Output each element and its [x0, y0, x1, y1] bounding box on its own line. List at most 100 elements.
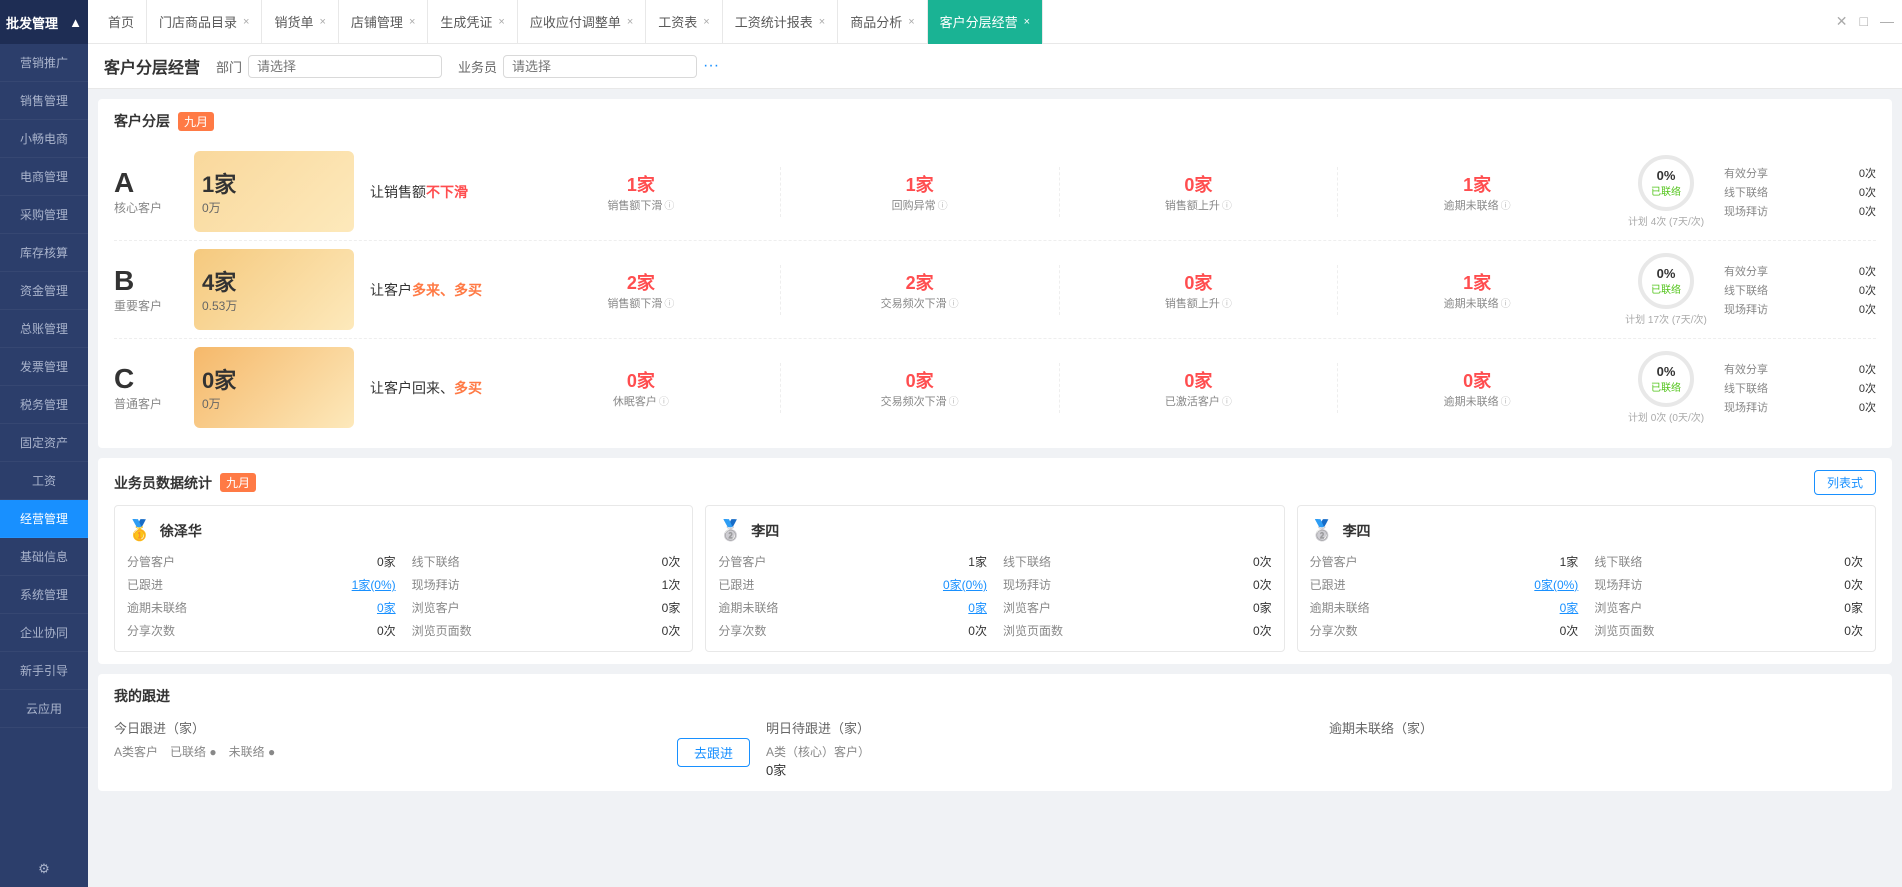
close-window-icon[interactable]: ✕	[1836, 13, 1848, 30]
list-view-button[interactable]: 列表式	[1814, 470, 1876, 495]
overdue-tracking-col: 逾期未联络（家）	[1329, 718, 1876, 743]
metric-逾期未联络[interactable]: 1家 逾期未联络 ⓘ	[1338, 265, 1616, 315]
tracking-section: 我的跟进 今日跟进（家） A类客户 已联络 ● 未联络 ● 去跟进	[98, 674, 1892, 791]
today-tracking-col: 今日跟进（家） A类客户 已联络 ● 未联络 ●	[114, 718, 661, 760]
stat-line: 现场拜访 0次	[1724, 301, 1876, 317]
metric-label: 逾期未联络 ⓘ	[1444, 295, 1511, 311]
tier-label-C: C 普通客户	[114, 347, 194, 428]
sidebar-item-总账管理[interactable]: 总账管理	[0, 310, 88, 348]
staff-section: 业务员数据统计 九月 列表式 🥇 徐泽华 分管客户 0家 线下联络 0次 已跟进…	[98, 458, 1892, 664]
tab-首页[interactable]: 首页	[96, 0, 147, 44]
sidebar-item-企业协同[interactable]: 企业协同	[0, 614, 88, 652]
tier-metrics-B: 2家 销售额下滑 ⓘ 2家 交易频次下滑 ⓘ 0家 销售额上升 ⓘ 1家 逾期未…	[502, 249, 1616, 330]
sidebar-item-工资[interactable]: 工资	[0, 462, 88, 500]
staff-filter: 业务员 ···	[458, 55, 719, 78]
tab-close-门店商品目录[interactable]: ×	[243, 16, 249, 28]
tab-close-生成凭证[interactable]: ×	[498, 16, 504, 28]
go-tracking-button[interactable]: 去跟进	[677, 738, 750, 767]
metric-num: 1家	[906, 171, 934, 197]
main-area: 首页门店商品目录×销货单×店铺管理×生成凭证×应收应付调整单×工资表×工资统计报…	[88, 0, 1902, 887]
metric-逾期未联络[interactable]: 1家 逾期未联络 ⓘ	[1338, 167, 1616, 217]
settings-button[interactable]: ⚙	[0, 851, 88, 887]
staff-metric-线下联络: 线下联络 0次	[1594, 553, 1863, 570]
tab-工资统计报表[interactable]: 工资统计报表×	[723, 0, 838, 44]
tab-close-商品分析[interactable]: ×	[908, 16, 914, 28]
tab-生成凭证[interactable]: 生成凭证×	[428, 0, 517, 44]
sidebar-item-经营管理[interactable]: 经营管理	[0, 500, 88, 538]
metric-num: 1家	[627, 171, 655, 197]
tab-close-应收应付调整单[interactable]: ×	[627, 16, 633, 28]
staff-month-badge: 九月	[220, 473, 256, 492]
tier-count-B: 4家 0.53万	[194, 249, 354, 330]
tier-label-B: B 重要客户	[114, 249, 194, 330]
tab-客户分层经营[interactable]: 客户分层经营×	[928, 0, 1043, 44]
sidebar-item-电商管理[interactable]: 电商管理	[0, 158, 88, 196]
sidebar-item-固定资产[interactable]: 固定资产	[0, 424, 88, 462]
customer-section-header: 客户分层 九月	[114, 111, 1876, 131]
staff-metric-逾期未联络: 逾期未联络 0家	[718, 599, 987, 616]
metric-销售额下滑[interactable]: 1家 销售额下滑 ⓘ	[502, 167, 781, 217]
staff-metric-分管客户: 分管客户 1家	[718, 553, 987, 570]
page-title: 客户分层经营	[104, 54, 200, 78]
customer-tier-section: 客户分层 九月 A 核心客户 1家 0万 让销售额不下滑 1家 销售额下滑 ⓘ …	[98, 99, 1892, 448]
staff-select[interactable]	[503, 55, 697, 78]
sidebar-item-新手引导[interactable]: 新手引导	[0, 652, 88, 690]
tab-close-客户分层经营[interactable]: ×	[1024, 16, 1030, 28]
metric-回购异常[interactable]: 1家 回购异常 ⓘ	[781, 167, 1060, 217]
tier-letter-C: C	[114, 363, 194, 395]
sidebar-item-云应用[interactable]: 云应用	[0, 690, 88, 728]
progress-pct-C: 0%	[1657, 364, 1676, 379]
tab-应收应付调整单[interactable]: 应收应付调整单×	[518, 0, 646, 44]
sidebar-item-资金管理[interactable]: 资金管理	[0, 272, 88, 310]
staff-metric-已跟进: 已跟进 0家(0%)	[718, 576, 987, 593]
metric-销售额上升[interactable]: 0家 销售额上升 ⓘ	[1060, 265, 1339, 315]
staff-card-2: 🥈 李四 分管客户 1家 线下联络 0次 已跟进 0家(0%) 现场拜访 0次 …	[1297, 505, 1876, 652]
tab-工资表[interactable]: 工资表×	[646, 0, 722, 44]
tier-progress-C: 0% 已联络 计划 0次 (0天/次)	[1616, 347, 1716, 428]
tab-店铺管理[interactable]: 店铺管理×	[339, 0, 428, 44]
metric-休眠客户[interactable]: 0家 休眠客户 ⓘ	[502, 363, 781, 413]
tab-close-店铺管理[interactable]: ×	[409, 16, 415, 28]
metric-销售额上升[interactable]: 0家 销售额上升 ⓘ	[1060, 167, 1339, 217]
staff-card-0: 🥇 徐泽华 分管客户 0家 线下联络 0次 已跟进 1家(0%) 现场拜访 1次…	[114, 505, 693, 652]
staff-metric-分享次数: 分享次数 0次	[718, 622, 987, 639]
sidebar-item-库存核算[interactable]: 库存核算	[0, 234, 88, 272]
sidebar-item-销售管理[interactable]: 销售管理	[0, 82, 88, 120]
customer-month-badge: 九月	[178, 112, 214, 131]
tab-门店商品目录[interactable]: 门店商品目录×	[147, 0, 262, 44]
metric-label: 交易频次下滑 ⓘ	[881, 393, 959, 409]
stat-line: 线下联络 0次	[1724, 184, 1876, 200]
staff-avatar-0: 🥇	[127, 518, 152, 543]
dept-select[interactable]	[248, 55, 442, 78]
sidebar-item-系统管理[interactable]: 系统管理	[0, 576, 88, 614]
metric-label: 休眠客户 ⓘ	[613, 393, 669, 409]
filter-more-icon[interactable]: ···	[703, 57, 719, 75]
tracking-section-title: 我的跟进	[114, 686, 170, 706]
sidebar-item-营销推广[interactable]: 营销推广	[0, 44, 88, 82]
minimize-window-icon[interactable]: —	[1880, 13, 1894, 30]
restore-window-icon[interactable]: □	[1860, 13, 1868, 30]
sidebar-item-基础信息[interactable]: 基础信息	[0, 538, 88, 576]
tab-close-销货单[interactable]: ×	[319, 16, 325, 28]
sidebar-item-小畅电商[interactable]: 小畅电商	[0, 120, 88, 158]
metric-已激活客户[interactable]: 0家 已激活客户 ⓘ	[1060, 363, 1339, 413]
tab-商品分析[interactable]: 商品分析×	[838, 0, 927, 44]
metric-逾期未联络[interactable]: 0家 逾期未联络 ⓘ	[1338, 363, 1616, 413]
sidebar-collapse-icon[interactable]: ▲	[69, 15, 82, 30]
metric-交易频次下滑[interactable]: 2家 交易频次下滑 ⓘ	[781, 265, 1060, 315]
sidebar-item-税务管理[interactable]: 税务管理	[0, 386, 88, 424]
tab-close-工资表[interactable]: ×	[703, 16, 709, 28]
staff-name-1: 李四	[751, 521, 779, 541]
tracking-section-header: 我的跟进	[114, 686, 1876, 706]
metric-交易频次下滑[interactable]: 0家 交易频次下滑 ⓘ	[781, 363, 1060, 413]
sidebar-item-发票管理[interactable]: 发票管理	[0, 348, 88, 386]
tier-letter-B: B	[114, 265, 194, 297]
metric-销售额下滑[interactable]: 2家 销售额下滑 ⓘ	[502, 265, 781, 315]
staff-label: 业务员	[458, 57, 497, 76]
tier-slogan-C: 让客户回来、多买	[362, 347, 502, 428]
tab-close-工资统计报表[interactable]: ×	[819, 16, 825, 28]
sidebar-item-采购管理[interactable]: 采购管理	[0, 196, 88, 234]
metric-label: 销售额下滑 ⓘ	[607, 295, 674, 311]
tab-销货单[interactable]: 销货单×	[262, 0, 338, 44]
metric-num: 0家	[1184, 269, 1212, 295]
